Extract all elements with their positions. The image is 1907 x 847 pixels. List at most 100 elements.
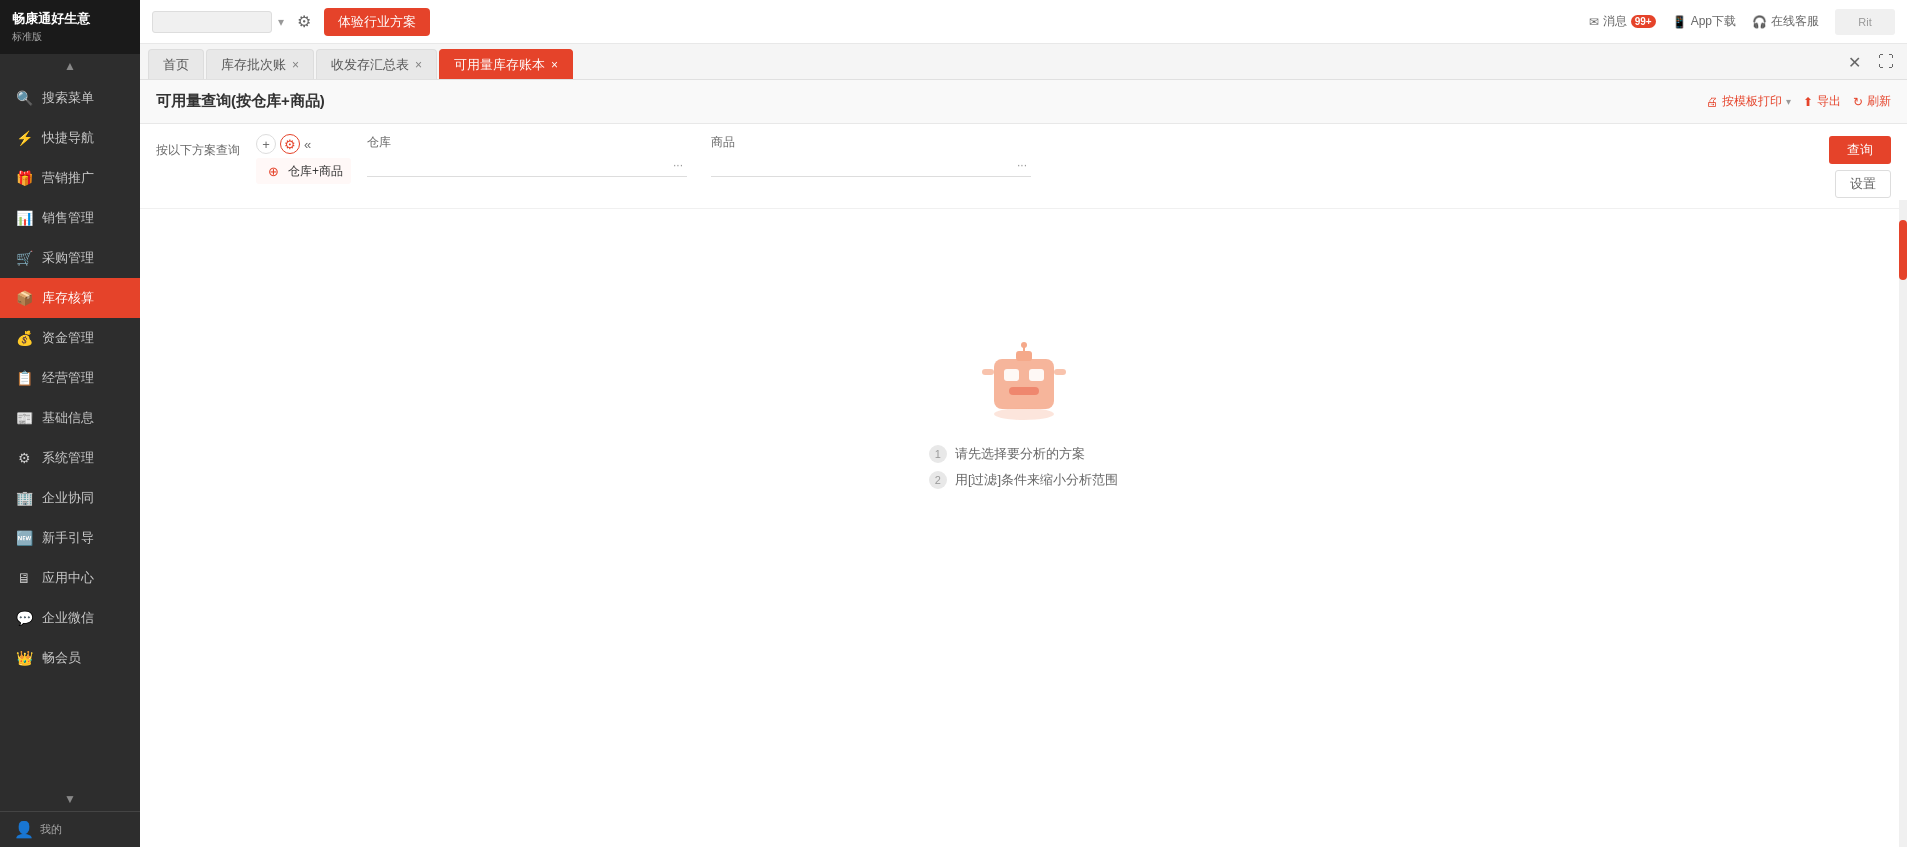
sidebar-label-sales: 销售管理 xyxy=(42,209,94,227)
page-title-bar: 可用量查询(按仓库+商品) 🖨 按模板打印 ▾ ⬆ 导出 ↻ 刷新 xyxy=(140,80,1907,124)
sidebar-footer[interactable]: 👤 我的 xyxy=(0,811,140,847)
export-btn[interactable]: ⬆ 导出 xyxy=(1803,93,1841,110)
sidebar-label-marketing: 营销推广 xyxy=(42,169,94,187)
sidebar-item-operations[interactable]: 📋 经营管理 xyxy=(0,358,140,398)
tab-batch-ledger[interactable]: 库存批次账 × xyxy=(206,49,314,79)
tip-text-1: 请先选择要分析的方案 xyxy=(955,445,1085,463)
tab-available-ledger-close[interactable]: × xyxy=(551,59,558,71)
right-scrollbar[interactable] xyxy=(1899,200,1907,847)
tab-close-btn[interactable]: ✕ xyxy=(1841,49,1867,75)
print-chevron-icon: ▾ xyxy=(1786,96,1791,107)
sidebar-item-enterprise[interactable]: 🏢 企业协同 xyxy=(0,478,140,518)
app-edition: 标准版 xyxy=(12,30,42,44)
sidebar-item-system[interactable]: ⚙ 系统管理 xyxy=(0,438,140,478)
app-name: 畅康通好生意 xyxy=(12,10,90,28)
product-more-btn[interactable]: ··· xyxy=(1013,158,1031,172)
sidebar-label-enterprise: 企业协同 xyxy=(42,489,94,507)
warehouse-more-btn[interactable]: ··· xyxy=(669,158,687,172)
empty-tip-2: 2 用[过滤]条件来缩小分析范围 xyxy=(929,471,1118,489)
settings-btn[interactable]: 设置 xyxy=(1835,170,1891,198)
tab-available-ledger[interactable]: 可用量库存账本 × xyxy=(439,49,573,79)
sidebar-scroll-down[interactable]: ▼ xyxy=(0,787,140,811)
tab-inventory-summary-close[interactable]: × xyxy=(415,59,422,71)
tab-home-label: 首页 xyxy=(163,56,189,74)
onboarding-icon: 🆕 xyxy=(14,528,34,548)
sidebar-item-onboarding[interactable]: 🆕 新手引导 xyxy=(0,518,140,558)
sidebar-item-inventory[interactable]: 📦 库存核算 xyxy=(0,278,140,318)
sidebar-item-finance[interactable]: 💰 资金管理 xyxy=(0,318,140,358)
filter-action-btns: 查询 设置 xyxy=(1829,134,1891,198)
svg-point-6 xyxy=(1021,342,1027,348)
sidebar-label-quick-nav: 快捷导航 xyxy=(42,129,94,147)
sidebar-header: 畅康通好生意 标准版 xyxy=(0,0,140,54)
sidebar-item-quick-nav[interactable]: ⚡ 快捷导航 xyxy=(0,118,140,158)
online-service-item[interactable]: 🎧 在线客服 xyxy=(1752,13,1819,30)
tab-batch-ledger-label: 库存批次账 xyxy=(221,56,286,74)
sidebar-item-sales[interactable]: 📊 销售管理 xyxy=(0,198,140,238)
scheme-icon: ⊕ xyxy=(264,162,282,180)
tab-batch-ledger-close[interactable]: × xyxy=(292,59,299,71)
breadcrumb-input[interactable] xyxy=(152,11,272,33)
basic-info-icon: 📰 xyxy=(14,408,34,428)
filter-area: 按以下方案查询 + ⚙ « ⊕ 仓库+商品 仓库 xyxy=(140,124,1907,209)
member-icon: 👑 xyxy=(14,648,34,668)
app-download-item[interactable]: 📱 App下载 xyxy=(1672,13,1736,30)
sidebar-item-purchase[interactable]: 🛒 采购管理 xyxy=(0,238,140,278)
sidebar-item-member[interactable]: 👑 畅会员 xyxy=(0,638,140,678)
user-avatar[interactable]: Rit xyxy=(1835,9,1895,35)
header-chevron-icon[interactable]: ▾ xyxy=(278,15,284,29)
purchase-icon: 🛒 xyxy=(14,248,34,268)
header-gear-icon[interactable]: ⚙ xyxy=(290,8,318,36)
marketing-icon: 🎁 xyxy=(14,168,34,188)
refresh-label: 刷新 xyxy=(1867,93,1891,110)
sidebar-item-marketing[interactable]: 🎁 营销推广 xyxy=(0,158,140,198)
refresh-icon: ↻ xyxy=(1853,95,1863,109)
sidebar-label-finance: 资金管理 xyxy=(42,329,94,347)
sidebar-label-operations: 经营管理 xyxy=(42,369,94,387)
svg-rect-4 xyxy=(1016,351,1032,361)
export-icon: ⬆ xyxy=(1803,95,1813,109)
tip-num-2: 2 xyxy=(929,471,947,489)
svg-rect-0 xyxy=(994,359,1054,409)
sidebar-nav: 🔍 搜索菜单 ⚡ 快捷导航 🎁 营销推广 📊 销售管理 🛒 采购管理 📦 库存核… xyxy=(0,78,140,787)
filter-product-field: 商品 ··· xyxy=(711,134,1031,177)
tab-expand-btn[interactable]: ⛶ xyxy=(1873,49,1899,75)
warehouse-label: 仓库 xyxy=(367,134,687,151)
tab-inventory-summary[interactable]: 收发存汇总表 × xyxy=(316,49,437,79)
scrollbar-thumb[interactable] xyxy=(1899,220,1907,280)
sidebar: 畅康通好生意 标准版 ▲ 🔍 搜索菜单 ⚡ 快捷导航 🎁 营销推广 📊 销售管理… xyxy=(0,0,140,847)
scheme-settings-btn[interactable]: ⚙ xyxy=(280,134,300,154)
industry-btn[interactable]: 体验行业方案 xyxy=(324,8,430,36)
add-scheme-btn[interactable]: + xyxy=(256,134,276,154)
sidebar-label-member: 畅会员 xyxy=(42,649,81,667)
sidebar-label-onboarding: 新手引导 xyxy=(42,529,94,547)
product-input[interactable] xyxy=(711,157,1009,172)
sidebar-item-basic-info[interactable]: 📰 基础信息 xyxy=(0,398,140,438)
page-content: 可用量查询(按仓库+商品) 🖨 按模板打印 ▾ ⬆ 导出 ↻ 刷新 按以下方案 xyxy=(140,80,1907,847)
refresh-btn[interactable]: ↻ 刷新 xyxy=(1853,93,1891,110)
page-title-actions: 🖨 按模板打印 ▾ ⬆ 导出 ↻ 刷新 xyxy=(1706,93,1891,110)
message-label: 消息 xyxy=(1603,13,1627,30)
product-input-wrapper: ··· xyxy=(711,153,1031,177)
scheme-actions: + ⚙ « xyxy=(256,134,311,154)
sidebar-item-search[interactable]: 🔍 搜索菜单 xyxy=(0,78,140,118)
collapse-btn[interactable]: « xyxy=(304,137,311,152)
query-btn[interactable]: 查询 xyxy=(1829,136,1891,164)
empty-tip-1: 1 请先选择要分析的方案 xyxy=(929,445,1118,463)
sidebar-item-wechat[interactable]: 💬 企业微信 xyxy=(0,598,140,638)
filter-scheme-header: + ⚙ « xyxy=(256,134,351,154)
warehouse-input[interactable] xyxy=(367,157,665,172)
sidebar-label-app-center: 应用中心 xyxy=(42,569,94,587)
app-download-label: App下载 xyxy=(1691,13,1736,30)
scheme-item[interactable]: ⊕ 仓库+商品 xyxy=(256,158,351,184)
message-item[interactable]: ✉ 消息 99+ xyxy=(1589,13,1656,30)
print-label: 按模板打印 xyxy=(1722,93,1782,110)
empty-robot-illustration xyxy=(974,329,1074,429)
sidebar-item-app-center[interactable]: 🖥 应用中心 xyxy=(0,558,140,598)
sidebar-scroll-up[interactable]: ▲ xyxy=(0,54,140,78)
tab-home[interactable]: 首页 xyxy=(148,49,204,79)
sidebar-label-wechat: 企业微信 xyxy=(42,609,94,627)
tip-num-1: 1 xyxy=(929,445,947,463)
app-center-icon: 🖥 xyxy=(14,568,34,588)
print-btn[interactable]: 🖨 按模板打印 ▾ xyxy=(1706,93,1791,110)
